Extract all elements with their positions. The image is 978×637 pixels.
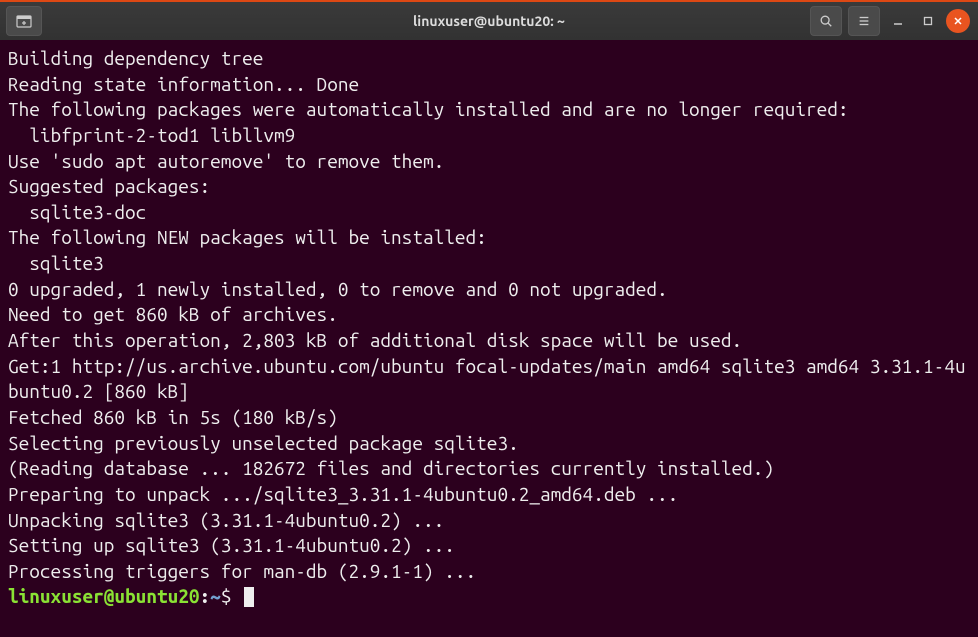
new-tab-icon	[16, 13, 32, 29]
close-button[interactable]	[946, 9, 970, 33]
maximize-icon	[923, 16, 933, 26]
minimize-icon	[893, 16, 903, 26]
titlebar: linuxuser@ubuntu20: ~	[0, 0, 978, 40]
search-button[interactable]	[810, 6, 842, 36]
titlebar-right	[810, 6, 978, 36]
terminal-output: Building dependency tree Reading state i…	[8, 46, 970, 584]
prompt-path: ~	[210, 585, 221, 607]
hamburger-icon	[857, 14, 871, 28]
search-icon	[819, 14, 833, 28]
close-icon	[953, 16, 963, 26]
menu-button[interactable]	[848, 6, 880, 36]
cursor	[244, 587, 254, 607]
prompt-user-host: linuxuser@ubuntu20	[8, 585, 200, 607]
titlebar-left	[0, 6, 42, 36]
terminal-area[interactable]: Building dependency tree Reading state i…	[0, 40, 978, 616]
maximize-button[interactable]	[916, 9, 940, 33]
prompt-colon: :	[200, 585, 211, 607]
prompt-symbol: $	[221, 585, 232, 607]
window-title: linuxuser@ubuntu20: ~	[413, 13, 565, 29]
minimize-button[interactable]	[886, 9, 910, 33]
new-tab-button[interactable]	[6, 6, 42, 36]
